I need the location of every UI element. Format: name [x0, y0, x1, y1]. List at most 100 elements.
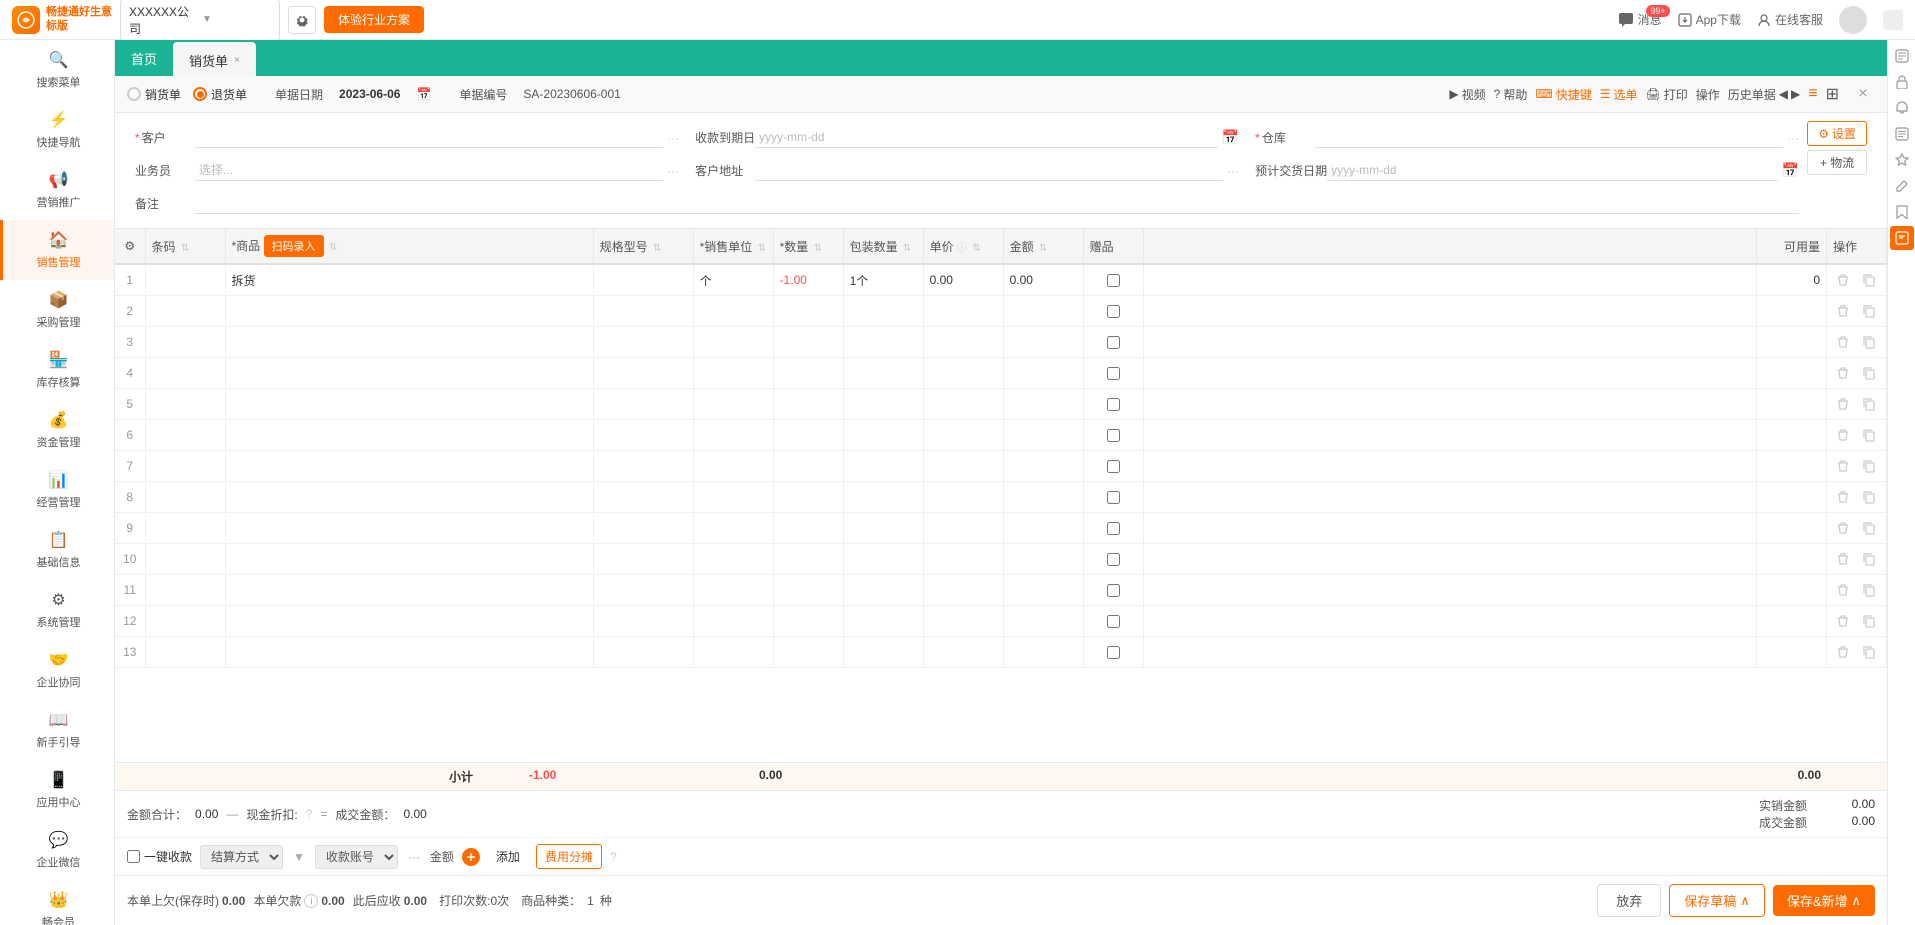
copy-row-button[interactable] — [1859, 363, 1879, 383]
row-price[interactable] — [923, 482, 1003, 513]
row-pkgqty[interactable] — [843, 482, 923, 513]
row-gift[interactable] — [1083, 296, 1143, 327]
settings-col-icon[interactable]: ⚙ — [124, 239, 135, 253]
sidebar-item-basics[interactable]: 📋 基础信息 — [0, 520, 114, 580]
copy-row-button[interactable] — [1859, 642, 1879, 662]
row-barcode[interactable] — [145, 327, 225, 358]
settings-gear-button[interactable] — [288, 6, 316, 34]
addr-dots[interactable]: ··· — [1227, 164, 1239, 178]
right-tool-edit[interactable] — [1890, 174, 1914, 198]
row-spec[interactable] — [593, 544, 693, 575]
row-unit[interactable]: 个 — [693, 264, 773, 296]
row-pkgqty[interactable] — [843, 389, 923, 420]
row-barcode[interactable] — [145, 358, 225, 389]
row-unit[interactable] — [693, 296, 773, 327]
row-spec[interactable] — [593, 575, 693, 606]
row-qty[interactable] — [773, 327, 843, 358]
shortcut-button[interactable]: ⌨ 快捷键 — [1535, 86, 1591, 103]
gift-checkbox[interactable] — [1107, 274, 1120, 287]
row-price[interactable] — [923, 544, 1003, 575]
row-product[interactable] — [225, 482, 593, 513]
row-gift[interactable] — [1083, 637, 1143, 668]
row-spec[interactable] — [593, 327, 693, 358]
row-unit[interactable] — [693, 606, 773, 637]
row-pkgqty[interactable] — [843, 513, 923, 544]
right-tool-star[interactable] — [1890, 148, 1914, 172]
history-arrow-right[interactable]: ▶ — [1791, 87, 1800, 101]
right-tool-active[interactable] — [1890, 226, 1914, 250]
gift-checkbox[interactable] — [1107, 429, 1120, 442]
sidebar-item-quicknav[interactable]: ⚡ 快捷导航 — [0, 100, 114, 160]
delete-row-button[interactable] — [1833, 487, 1853, 507]
row-unit[interactable] — [693, 389, 773, 420]
row-unit[interactable] — [693, 420, 773, 451]
save-draft-button[interactable]: 保存草稿 ∧ — [1669, 884, 1765, 917]
due-date-input[interactable] — [755, 127, 1218, 148]
row-product[interactable] — [225, 389, 593, 420]
right-tool-list[interactable] — [1890, 122, 1914, 146]
expected-date-input[interactable] — [1327, 160, 1778, 181]
gift-checkbox[interactable] — [1107, 460, 1120, 473]
gift-checkbox[interactable] — [1107, 305, 1120, 318]
sidebar-item-guide[interactable]: 📖 新手引导 — [0, 700, 114, 760]
row-unit[interactable] — [693, 451, 773, 482]
deduct-info-icon[interactable]: i — [304, 894, 318, 908]
delete-row-button[interactable] — [1833, 301, 1853, 321]
row-price[interactable]: 0.00 — [923, 264, 1003, 296]
app-download-button[interactable]: App下载 — [1678, 11, 1741, 28]
sidebar-item-member[interactable]: 👑 畅会员 — [0, 880, 114, 925]
grid-view-button[interactable]: ⊞ — [1826, 84, 1839, 104]
row-amount[interactable] — [1003, 482, 1083, 513]
discount-info-icon[interactable]: ? — [306, 807, 313, 821]
row-gift[interactable] — [1083, 420, 1143, 451]
row-qty[interactable] — [773, 389, 843, 420]
delete-row-button[interactable] — [1833, 642, 1853, 662]
row-amount[interactable] — [1003, 358, 1083, 389]
row-barcode[interactable] — [145, 513, 225, 544]
row-price[interactable] — [923, 420, 1003, 451]
sidebar-item-wechat[interactable]: 💬 企业微信 — [0, 820, 114, 880]
row-amount[interactable] — [1003, 513, 1083, 544]
save-draft-chevron[interactable]: ∧ — [1740, 893, 1750, 909]
copy-row-button[interactable] — [1859, 270, 1879, 290]
copy-row-button[interactable] — [1859, 549, 1879, 569]
price-info-icon[interactable]: ⓘ — [957, 243, 967, 254]
row-pkgqty[interactable] — [843, 358, 923, 389]
row-gift[interactable] — [1083, 389, 1143, 420]
row-qty[interactable] — [773, 575, 843, 606]
row-barcode[interactable] — [145, 482, 225, 513]
sidebar-item-sales[interactable]: 🏠 销售管理 — [0, 220, 114, 280]
one-click-pay-checkbox[interactable]: 一键收款 — [127, 848, 192, 865]
row-pkgqty[interactable]: 1个 — [843, 264, 923, 296]
row-barcode[interactable] — [145, 296, 225, 327]
row-qty[interactable] — [773, 606, 843, 637]
row-spec[interactable] — [593, 389, 693, 420]
right-tool-bookmark[interactable] — [1890, 200, 1914, 224]
delete-row-button[interactable] — [1833, 394, 1853, 414]
row-pkgqty[interactable] — [843, 606, 923, 637]
history-button[interactable]: 历史单据 ◀ ▶ — [1728, 86, 1800, 103]
delete-row-button[interactable] — [1833, 611, 1853, 631]
row-product[interactable] — [225, 451, 593, 482]
row-pkgqty[interactable] — [843, 296, 923, 327]
avatar[interactable] — [1839, 6, 1867, 34]
row-amount[interactable]: 0.00 — [1003, 264, 1083, 296]
settings-button[interactable]: ⚙ 设置 — [1807, 121, 1867, 146]
row-barcode[interactable] — [145, 264, 225, 296]
row-unit[interactable] — [693, 482, 773, 513]
row-spec[interactable] — [593, 451, 693, 482]
add-payment-button[interactable] — [462, 848, 480, 866]
sidebar-item-system[interactable]: ⚙ 系统管理 — [0, 580, 114, 640]
row-product[interactable] — [225, 420, 593, 451]
row-barcode[interactable] — [145, 606, 225, 637]
row-qty[interactable] — [773, 637, 843, 668]
row-gift[interactable] — [1083, 544, 1143, 575]
row-barcode[interactable] — [145, 451, 225, 482]
row-gift[interactable] — [1083, 451, 1143, 482]
row-qty[interactable] — [773, 513, 843, 544]
delete-row-button[interactable] — [1833, 425, 1853, 445]
copy-row-button[interactable] — [1859, 425, 1879, 445]
calendar-icon[interactable]: 📅 — [416, 87, 431, 101]
row-unit[interactable] — [693, 327, 773, 358]
delete-row-button[interactable] — [1833, 332, 1853, 352]
